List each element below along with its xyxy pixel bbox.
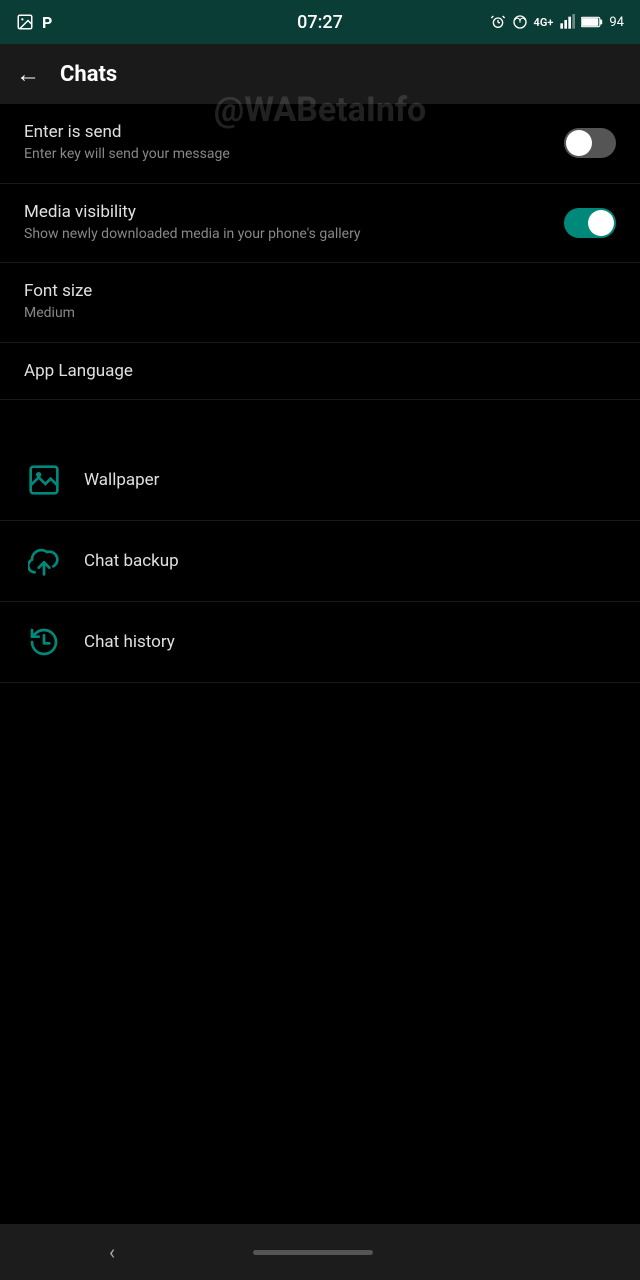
toggle-media-visibility[interactable]: [564, 208, 616, 238]
toggle-knob-enter-is-send: [566, 130, 592, 156]
toggle-knob-media-visibility: [588, 210, 614, 236]
gallery-icon: [16, 13, 34, 31]
backup-icon: [28, 545, 60, 577]
wifi-icon: [512, 14, 528, 30]
setting-item-wallpaper[interactable]: Wallpaper: [0, 440, 640, 521]
status-bar-right: 4G+ 94: [490, 14, 624, 30]
setting-item-enter-is-send[interactable]: Enter is send Enter key will send your m…: [0, 104, 640, 184]
toggle-enter-is-send[interactable]: [564, 128, 616, 158]
spacer: [0, 420, 640, 440]
history-icon: [28, 626, 60, 658]
setting-text-enter-is-send: Enter is send Enter key will send your m…: [24, 122, 564, 165]
status-bar-time: 07:27: [297, 12, 343, 33]
setting-subtitle-font-size: Medium: [24, 304, 616, 324]
setting-title-chat-history: Chat history: [84, 632, 175, 652]
backup-icon-container: [24, 541, 64, 581]
settings-content: Enter is send Enter key will send your m…: [0, 104, 640, 1224]
wallpaper-icon: [28, 464, 60, 496]
alarm-icon: [490, 14, 506, 30]
signal-icon: [559, 14, 575, 30]
page-title: Chats: [60, 62, 117, 87]
history-icon-container: [24, 622, 64, 662]
back-button[interactable]: ←: [16, 60, 40, 89]
nav-bar: ‹: [0, 1224, 640, 1280]
network-icon: 4G+: [534, 16, 554, 29]
status-bar: P 07:27 4G+: [0, 0, 640, 44]
setting-title-chat-backup: Chat backup: [84, 551, 179, 571]
setting-item-chat-backup[interactable]: Chat backup: [0, 521, 640, 602]
setting-title-wallpaper: Wallpaper: [84, 470, 159, 490]
setting-text-media-visibility: Media visibility Show newly downloaded m…: [24, 202, 564, 245]
setting-title-media-visibility: Media visibility: [24, 202, 564, 222]
battery-icon: [581, 16, 603, 28]
setting-subtitle-enter-is-send: Enter key will send your message: [24, 145, 564, 165]
setting-title-font-size: Font size: [24, 281, 616, 301]
battery-level: 94: [609, 15, 624, 30]
setting-title-app-language: App Language: [24, 361, 616, 381]
setting-text-app-language: App Language: [24, 361, 616, 381]
setting-item-media-visibility[interactable]: Media visibility Show newly downloaded m…: [0, 184, 640, 264]
status-bar-left: P: [16, 13, 52, 32]
wallpaper-icon-container: [24, 460, 64, 500]
nav-handle: [253, 1250, 373, 1255]
setting-subtitle-media-visibility: Show newly downloaded media in your phon…: [24, 225, 564, 245]
setting-item-chat-history[interactable]: Chat history: [0, 602, 640, 683]
setting-item-app-language[interactable]: App Language: [0, 343, 640, 400]
setting-item-font-size[interactable]: Font size Medium: [0, 263, 640, 343]
p-icon: P: [42, 13, 52, 32]
back-nav-button[interactable]: ‹: [109, 1240, 115, 1264]
setting-title-enter-is-send: Enter is send: [24, 122, 564, 142]
section-divider: [0, 400, 640, 420]
setting-text-font-size: Font size Medium: [24, 281, 616, 324]
app-bar: ← Chats: [0, 44, 640, 104]
